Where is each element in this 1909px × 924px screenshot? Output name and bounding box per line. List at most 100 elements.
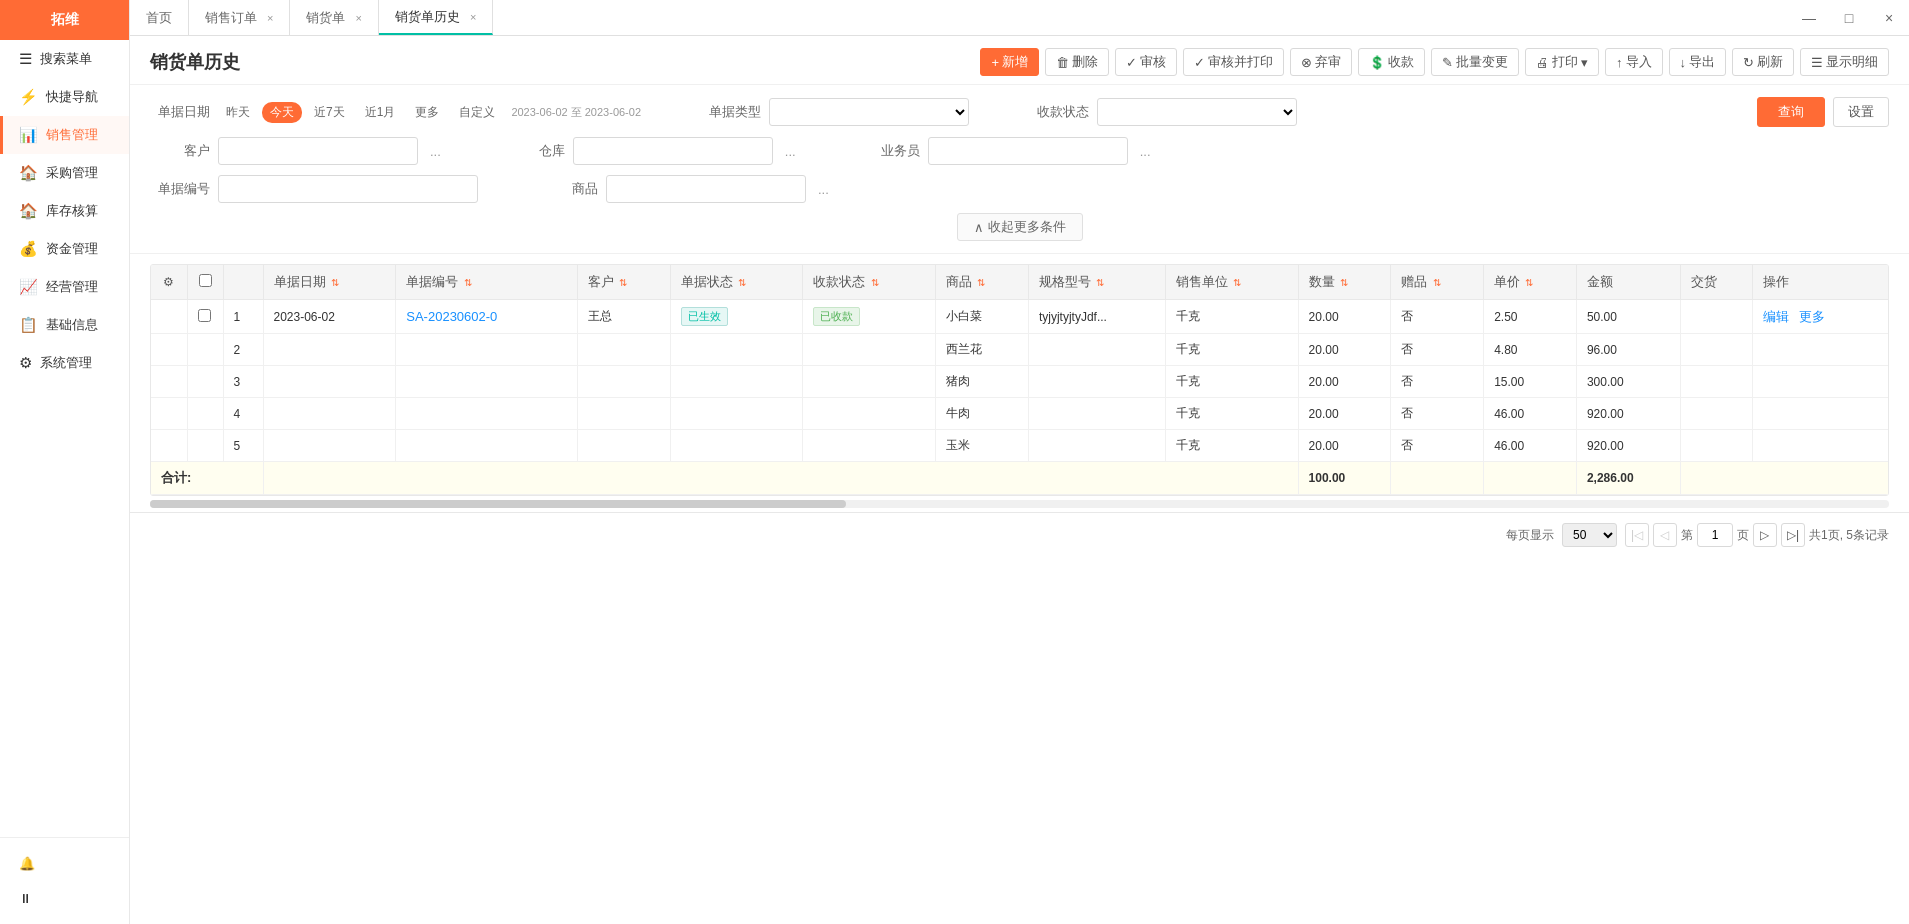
discard-button[interactable]: ⊗ 弃审	[1290, 48, 1352, 76]
date-tab-custom[interactable]: 自定义	[451, 102, 503, 123]
col-unit-sort[interactable]: ⇅	[1233, 277, 1241, 288]
show-detail-button[interactable]: ☰ 显示明细	[1800, 48, 1889, 76]
date-tab-1month[interactable]: 近1月	[357, 102, 404, 123]
col-unit-price-sort[interactable]: ⇅	[1525, 277, 1533, 288]
cell-checkbox-1[interactable]	[187, 300, 223, 334]
refresh-button[interactable]: ↻ 刷新	[1732, 48, 1794, 76]
query-button[interactable]: 查询	[1757, 97, 1825, 127]
col-doc-number-sort[interactable]: ⇅	[464, 277, 472, 288]
collapse-filter-button[interactable]: ∧ 收起更多条件	[957, 213, 1083, 241]
tab-sales-goods-close[interactable]: ×	[355, 12, 361, 24]
next-page-button[interactable]: ▷	[1753, 523, 1777, 547]
window-min-button[interactable]: —	[1789, 0, 1829, 36]
col-customer-sort[interactable]: ⇅	[619, 277, 627, 288]
delete-button[interactable]: 🗑 删除	[1045, 48, 1109, 76]
sidebar-item-fund-mgmt[interactable]: 💰 资金管理	[0, 230, 129, 268]
sidebar-item-inventory[interactable]: 🏠 库存核算	[0, 192, 129, 230]
last-page-button[interactable]: ▷|	[1781, 523, 1805, 547]
cell-checkbox-3[interactable]	[187, 366, 223, 398]
import-button[interactable]: ↑ 导入	[1605, 48, 1663, 76]
sidebar-notification[interactable]: 🔔	[0, 846, 129, 881]
salesperson-ellipsis[interactable]: ...	[1136, 142, 1155, 161]
prev-page-button[interactable]: ◁	[1653, 523, 1677, 547]
col-spec-sort[interactable]: ⇅	[1096, 277, 1104, 288]
customer-ellipsis[interactable]: ...	[426, 142, 445, 161]
doc-number-link-1[interactable]: SA-20230602-0	[406, 309, 497, 324]
date-tab-yesterday[interactable]: 昨天	[218, 102, 258, 123]
new-button[interactable]: + 新增	[980, 48, 1039, 76]
sidebar-item-purchase-mgmt[interactable]: 🏠 采购管理	[0, 154, 129, 192]
doc-number-input[interactable]	[218, 175, 478, 203]
summary-row: 合计: 100.00 2,286.00	[151, 462, 1888, 495]
row-checkbox-1[interactable]	[198, 309, 211, 322]
date-tab-more[interactable]: 更多	[407, 102, 447, 123]
goods-ellipsis[interactable]: ...	[814, 180, 833, 199]
settings-button[interactable]: 设置	[1833, 97, 1889, 127]
audit-print-button[interactable]: ✓ 审核并打印	[1183, 48, 1284, 76]
warehouse-input[interactable]	[573, 137, 773, 165]
batch-change-button[interactable]: ✎ 批量变更	[1431, 48, 1519, 76]
col-spec-label: 规格型号	[1039, 274, 1091, 289]
col-qty[interactable]: 数量 ⇅	[1298, 265, 1391, 300]
col-settings[interactable]: ⚙	[151, 265, 187, 300]
per-page-select[interactable]: 50 100 200	[1562, 523, 1617, 547]
collect-button[interactable]: 💲 收款	[1358, 48, 1425, 76]
tab-sales-history-close[interactable]: ×	[470, 11, 476, 23]
print-button[interactable]: 🖨 打印 ▾	[1525, 48, 1599, 76]
col-spec[interactable]: 规格型号 ⇅	[1028, 265, 1165, 300]
col-gift-sort[interactable]: ⇅	[1433, 277, 1441, 288]
col-payment-status[interactable]: 收款状态 ⇅	[803, 265, 936, 300]
audit-button[interactable]: ✓ 审核	[1115, 48, 1177, 76]
date-tab-today[interactable]: 今天	[262, 102, 302, 123]
tab-sales-order[interactable]: 销售订单 ×	[189, 0, 290, 35]
doc-type-select[interactable]	[769, 98, 969, 126]
cell-docnum-1[interactable]: SA-20230602-0	[396, 300, 578, 334]
tab-sales-goods[interactable]: 销货单 ×	[290, 0, 378, 35]
window-max-button[interactable]: □	[1829, 0, 1869, 36]
tab-home[interactable]: 首页	[130, 0, 189, 35]
export-button[interactable]: ↓ 导出	[1669, 48, 1727, 76]
more-link-1[interactable]: 更多	[1799, 309, 1825, 324]
sidebar-pause[interactable]: ⏸	[0, 881, 129, 916]
col-doc-number[interactable]: 单据编号 ⇅	[396, 265, 578, 300]
sidebar-item-quick-nav[interactable]: ⚡ 快捷导航	[0, 78, 129, 116]
cell-settings-5	[151, 430, 187, 462]
page-number-input[interactable]: 1	[1697, 523, 1733, 547]
sidebar-item-basic-info[interactable]: 📋 基础信息	[0, 306, 129, 344]
sidebar-item-sys-mgmt[interactable]: ⚙ 系统管理	[0, 344, 129, 382]
col-date-sort[interactable]: ⇅	[331, 277, 339, 288]
window-close-button[interactable]: ×	[1869, 0, 1909, 36]
salesperson-input[interactable]	[928, 137, 1128, 165]
col-goods[interactable]: 商品 ⇅	[936, 265, 1029, 300]
cell-settings-1	[151, 300, 187, 334]
col-unit-price[interactable]: 单价 ⇅	[1484, 265, 1577, 300]
col-doc-status[interactable]: 单据状态 ⇅	[670, 265, 803, 300]
payment-status-select[interactable]	[1097, 98, 1297, 126]
col-qty-sort[interactable]: ⇅	[1340, 277, 1348, 288]
col-gift[interactable]: 赠品 ⇅	[1391, 265, 1484, 300]
scrollbar-thumb[interactable]	[150, 500, 846, 508]
horizontal-scrollbar[interactable]	[150, 500, 1889, 508]
sidebar-item-ops-mgmt[interactable]: 📈 经营管理	[0, 268, 129, 306]
warehouse-ellipsis[interactable]: ...	[781, 142, 800, 161]
sidebar-item-search-menu[interactable]: ☰ 搜索菜单	[0, 40, 129, 78]
col-date[interactable]: 单据日期 ⇅	[263, 265, 396, 300]
cell-checkbox-4[interactable]	[187, 398, 223, 430]
first-page-button[interactable]: |◁	[1625, 523, 1649, 547]
col-unit[interactable]: 销售单位 ⇅	[1165, 265, 1298, 300]
col-goods-sort[interactable]: ⇅	[977, 277, 985, 288]
select-all-checkbox[interactable]	[199, 274, 212, 287]
col-payment-status-sort[interactable]: ⇅	[871, 277, 879, 288]
sidebar-item-sales-mgmt[interactable]: 📊 销售管理	[0, 116, 129, 154]
tab-sales-history[interactable]: 销货单历史 ×	[379, 0, 493, 35]
goods-input[interactable]	[606, 175, 806, 203]
edit-link-1[interactable]: 编辑	[1763, 309, 1789, 324]
col-doc-status-sort[interactable]: ⇅	[738, 277, 746, 288]
cell-checkbox-5[interactable]	[187, 430, 223, 462]
col-customer[interactable]: 客户 ⇅	[577, 265, 670, 300]
customer-input[interactable]	[218, 137, 418, 165]
col-checkbox[interactable]	[187, 265, 223, 300]
cell-checkbox-2[interactable]	[187, 334, 223, 366]
tab-sales-order-close[interactable]: ×	[267, 12, 273, 24]
date-tab-7days[interactable]: 近7天	[306, 102, 353, 123]
